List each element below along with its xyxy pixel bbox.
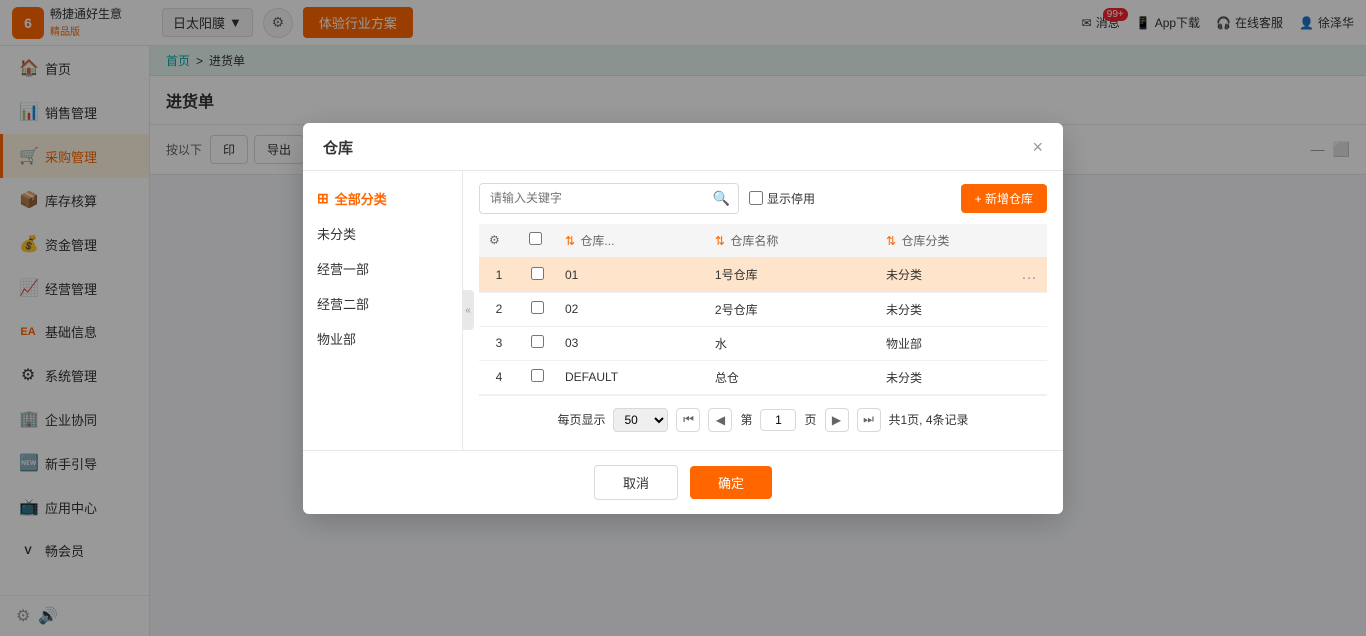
prev-page-button[interactable]: ◀ (708, 408, 732, 432)
search-input[interactable] (480, 185, 705, 211)
collapse-sidebar-button[interactable]: « (462, 290, 474, 330)
add-warehouse-button[interactable]: + 新增仓库 (961, 184, 1047, 213)
search-box: 🔍 (479, 183, 739, 214)
show-disabled-label: 显示停用 (767, 190, 815, 207)
row-checkbox-3[interactable] (519, 360, 555, 394)
category-label-dept1: 经营一部 (317, 262, 369, 277)
page-prefix-label: 第 (740, 411, 752, 428)
show-disabled-checkbox[interactable] (749, 191, 763, 205)
show-disabled-checkbox-label[interactable]: 显示停用 (749, 190, 815, 207)
row-actions-0[interactable]: … (1021, 266, 1037, 284)
table-row: 2 02 2号仓库 未分类 (479, 292, 1047, 326)
row-category-1: 未分类 (876, 292, 1047, 326)
warehouse-table: ⚙ ⇅ 仓库... ⇅ 仓库名称 (479, 224, 1047, 395)
table-header-row: ⚙ ⇅ 仓库... ⇅ 仓库名称 (479, 224, 1047, 258)
row-name-3: 总仓 (705, 360, 876, 394)
first-page-button[interactable]: ⏮ (676, 408, 700, 432)
modal-body: ⊞ 全部分类 未分类 经营一部 经营二部 物业部 « (303, 171, 1063, 450)
modal-toolbar: 🔍 显示停用 + 新增仓库 (479, 183, 1047, 214)
row-checkbox-0[interactable] (519, 257, 555, 292)
row-category-0: 未分类… (876, 257, 1047, 292)
page-input[interactable] (760, 409, 796, 431)
category-label-property: 物业部 (317, 332, 356, 347)
modal-title: 仓库 (323, 137, 353, 158)
table-row: 3 03 水 物业部 (479, 326, 1047, 360)
page-summary: 共1页, 4条记录 (889, 411, 969, 428)
modal-overlay: 仓库 × ⊞ 全部分类 未分类 经营一部 经营二部 (0, 0, 1366, 636)
table-body: 1 01 1号仓库 未分类… 2 02 2号仓库 未分类 3 03 水 物业部 … (479, 257, 1047, 394)
category-all[interactable]: ⊞ 全部分类 (303, 181, 462, 216)
row-code-2: 03 (555, 326, 705, 360)
col-header-category[interactable]: ⇅ 仓库分类 (876, 224, 1047, 258)
category-item-dept1[interactable]: 经营一部 (303, 251, 462, 286)
row-checkbox-2[interactable] (519, 326, 555, 360)
sort-icon-name: ⇅ (715, 234, 725, 248)
modal-pagination: 每页显示 50 10 20 100 ⏮ ◀ 第 页 ▶ ⏭ 共1页, 4条记录 (479, 395, 1047, 438)
row-num-0: 1 (479, 257, 519, 292)
cancel-button[interactable]: 取消 (594, 465, 678, 500)
row-name-0: 1号仓库 (705, 257, 876, 292)
sort-icon-code: ⇅ (565, 234, 575, 248)
row-checkbox-1[interactable] (519, 292, 555, 326)
category-item-dept2[interactable]: 经营二部 (303, 286, 462, 321)
row-code-3: DEFAULT (555, 360, 705, 394)
per-page-select[interactable]: 50 10 20 100 (613, 408, 668, 432)
col-header-checkbox (519, 224, 555, 258)
row-num-2: 3 (479, 326, 519, 360)
select-all-checkbox[interactable] (529, 232, 542, 245)
row-name-2: 水 (705, 326, 876, 360)
table-row: 4 DEFAULT 总仓 未分类 (479, 360, 1047, 394)
row-category-2: 物业部 (876, 326, 1047, 360)
ok-button[interactable]: 确定 (690, 466, 772, 499)
table-scroll-area: ⚙ ⇅ 仓库... ⇅ 仓库名称 (479, 224, 1047, 395)
row-code-0: 01 (555, 257, 705, 292)
row-num-1: 2 (479, 292, 519, 326)
category-label-uncategorized: 未分类 (317, 227, 356, 242)
modal-close-button[interactable]: × (1032, 138, 1043, 156)
col-header-code[interactable]: ⇅ 仓库... (555, 224, 705, 258)
grid-icon: ⊞ (317, 190, 329, 207)
collapse-icon: « (465, 305, 471, 316)
row-name-1: 2号仓库 (705, 292, 876, 326)
warehouse-modal: 仓库 × ⊞ 全部分类 未分类 经营一部 经营二部 (303, 123, 1063, 514)
category-item-uncategorized[interactable]: 未分类 (303, 216, 462, 251)
per-page-label: 每页显示 (557, 411, 605, 428)
col-label-name: 仓库名称 (730, 234, 778, 248)
page-unit-label: 页 (804, 411, 816, 428)
col-header-name[interactable]: ⇅ 仓库名称 (705, 224, 876, 258)
search-button[interactable]: 🔍 (705, 184, 738, 213)
modal-header: 仓库 × (303, 123, 1063, 171)
last-page-button[interactable]: ⏭ (857, 408, 881, 432)
row-num-3: 4 (479, 360, 519, 394)
modal-table-area: 🔍 显示停用 + 新增仓库 ⚙ (463, 171, 1063, 450)
row-code-1: 02 (555, 292, 705, 326)
sort-icon-category: ⇅ (886, 234, 896, 248)
category-sidebar: ⊞ 全部分类 未分类 经营一部 经营二部 物业部 « (303, 171, 463, 450)
category-item-property[interactable]: 物业部 (303, 321, 462, 356)
category-label-dept2: 经营二部 (317, 297, 369, 312)
row-category-3: 未分类 (876, 360, 1047, 394)
table-row: 1 01 1号仓库 未分类… (479, 257, 1047, 292)
modal-footer: 取消 确定 (303, 450, 1063, 514)
col-header-gear: ⚙ (479, 224, 519, 258)
col-label-category: 仓库分类 (901, 234, 949, 248)
category-all-label: 全部分类 (335, 189, 387, 208)
next-page-button[interactable]: ▶ (825, 408, 849, 432)
col-label-code: 仓库... (580, 234, 614, 248)
